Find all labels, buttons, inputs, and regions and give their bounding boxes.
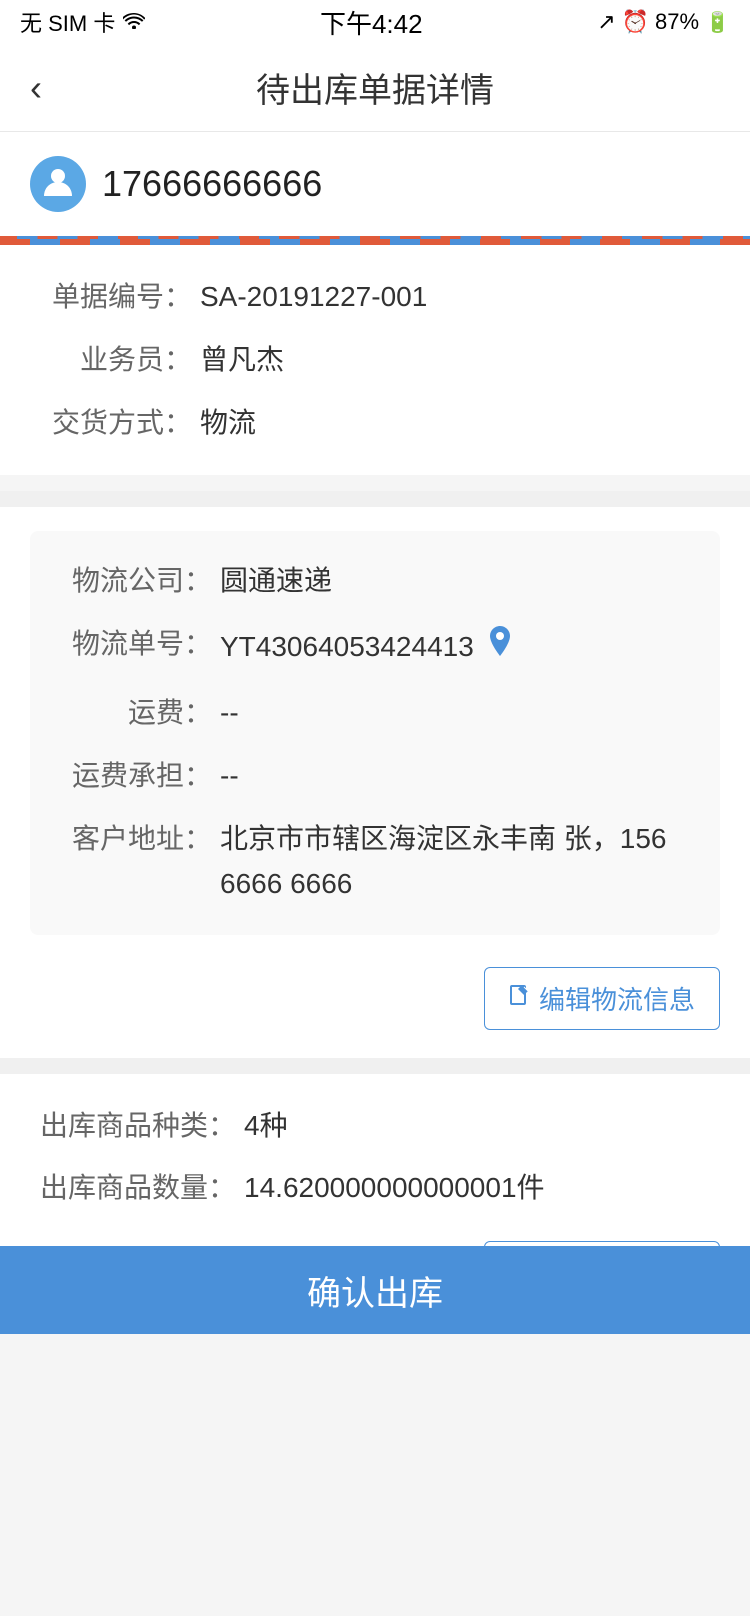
edit-logistics-label: 编辑物流信息 (539, 980, 695, 1017)
freight-row: 运费： -- (60, 691, 690, 736)
logistics-company-value: 圆通速递 (220, 559, 690, 604)
status-left: 无 SIM 卡 (20, 6, 145, 38)
carrier-text: 无 SIM 卡 (20, 6, 115, 38)
separator-1 (0, 491, 750, 507)
status-right: ↗ ⏰ 87% 🔋 (597, 9, 730, 35)
confirm-label: 确认出库 (307, 1266, 443, 1315)
nav-bar: ‹ 待出库单据详情 (0, 44, 750, 132)
alarm-icon: ⏰ (622, 9, 649, 35)
status-bar: 无 SIM 卡 下午4:42 ↗ ⏰ 87% 🔋 (0, 0, 750, 44)
freight-value: -- (220, 691, 690, 736)
product-types-label: 出库商品种类： (40, 1104, 244, 1149)
product-quantity-row: 出库商品数量： 14.620000000000001件 (40, 1166, 710, 1211)
freight-bearer-label: 运费承担： (60, 754, 220, 799)
status-time: 下午4:42 (320, 4, 423, 41)
page-title: 待出库单据详情 (256, 63, 494, 112)
doc-number-value: SA-20191227-001 (200, 275, 710, 320)
battery-text: 87% (655, 9, 699, 35)
tracking-number-value: YT43064053424413 (220, 622, 690, 673)
inventory-section: 出库商品种类： 4种 出库商品数量： 14.620000000000001件 (0, 1074, 750, 1242)
salesman-label: 业务员： (40, 338, 200, 383)
edit-logistics-button-row: 编辑物流信息 (0, 951, 750, 1054)
product-quantity-label: 出库商品数量： (40, 1166, 244, 1211)
avatar-icon (40, 162, 76, 206)
doc-number-row: 单据编号： SA-20191227-001 (40, 275, 710, 320)
salesman-value: 曾凡杰 (200, 338, 710, 383)
product-quantity-value: 14.620000000000001件 (244, 1166, 710, 1211)
freight-label: 运费： (60, 691, 220, 736)
document-info-section: 单据编号： SA-20191227-001 业务员： 曾凡杰 交货方式： 物流 (0, 245, 750, 475)
avatar (30, 156, 86, 212)
confirm-button[interactable]: 确认出库 (0, 1246, 750, 1334)
separator-2 (0, 1058, 750, 1074)
logistics-card: 物流公司： 圆通速递 物流单号： YT43064053424413 运费： (30, 531, 720, 934)
tracking-number-row: 物流单号： YT43064053424413 (60, 622, 690, 673)
address-row: 客户地址： 北京市市辖区海淀区永丰南 张，156 6666 6666 (60, 817, 690, 907)
doc-number-label: 单据编号： (40, 275, 200, 320)
delivery-method-value: 物流 (200, 401, 710, 446)
salesman-row: 业务员： 曾凡杰 (40, 338, 710, 383)
edit-icon (509, 984, 531, 1013)
user-phone: 17666666666 (102, 163, 322, 205)
freight-bearer-value: -- (220, 754, 690, 799)
location-status-icon: ↗ (597, 9, 615, 35)
logistics-company-row: 物流公司： 圆通速递 (60, 559, 690, 604)
address-label: 客户地址： (60, 817, 220, 862)
delivery-method-row: 交货方式： 物流 (40, 401, 710, 446)
product-types-row: 出库商品种类： 4种 (40, 1104, 710, 1149)
tracking-location-icon[interactable] (486, 622, 514, 673)
battery-icon: 🔋 (705, 10, 730, 35)
edit-logistics-button[interactable]: 编辑物流信息 (484, 967, 720, 1030)
delivery-method-label: 交货方式： (40, 401, 200, 446)
logistics-company-label: 物流公司： (60, 559, 220, 604)
freight-bearer-row: 运费承担： -- (60, 754, 690, 799)
tracking-number-label: 物流单号： (60, 622, 220, 667)
product-types-value: 4种 (244, 1104, 710, 1149)
user-header: 17666666666 (0, 132, 750, 239)
back-button[interactable]: ‹ (20, 57, 52, 119)
wifi-icon (123, 9, 145, 35)
bottom-spacer (0, 1328, 750, 1528)
address-value: 北京市市辖区海淀区永丰南 张，156 6666 6666 (220, 817, 690, 907)
